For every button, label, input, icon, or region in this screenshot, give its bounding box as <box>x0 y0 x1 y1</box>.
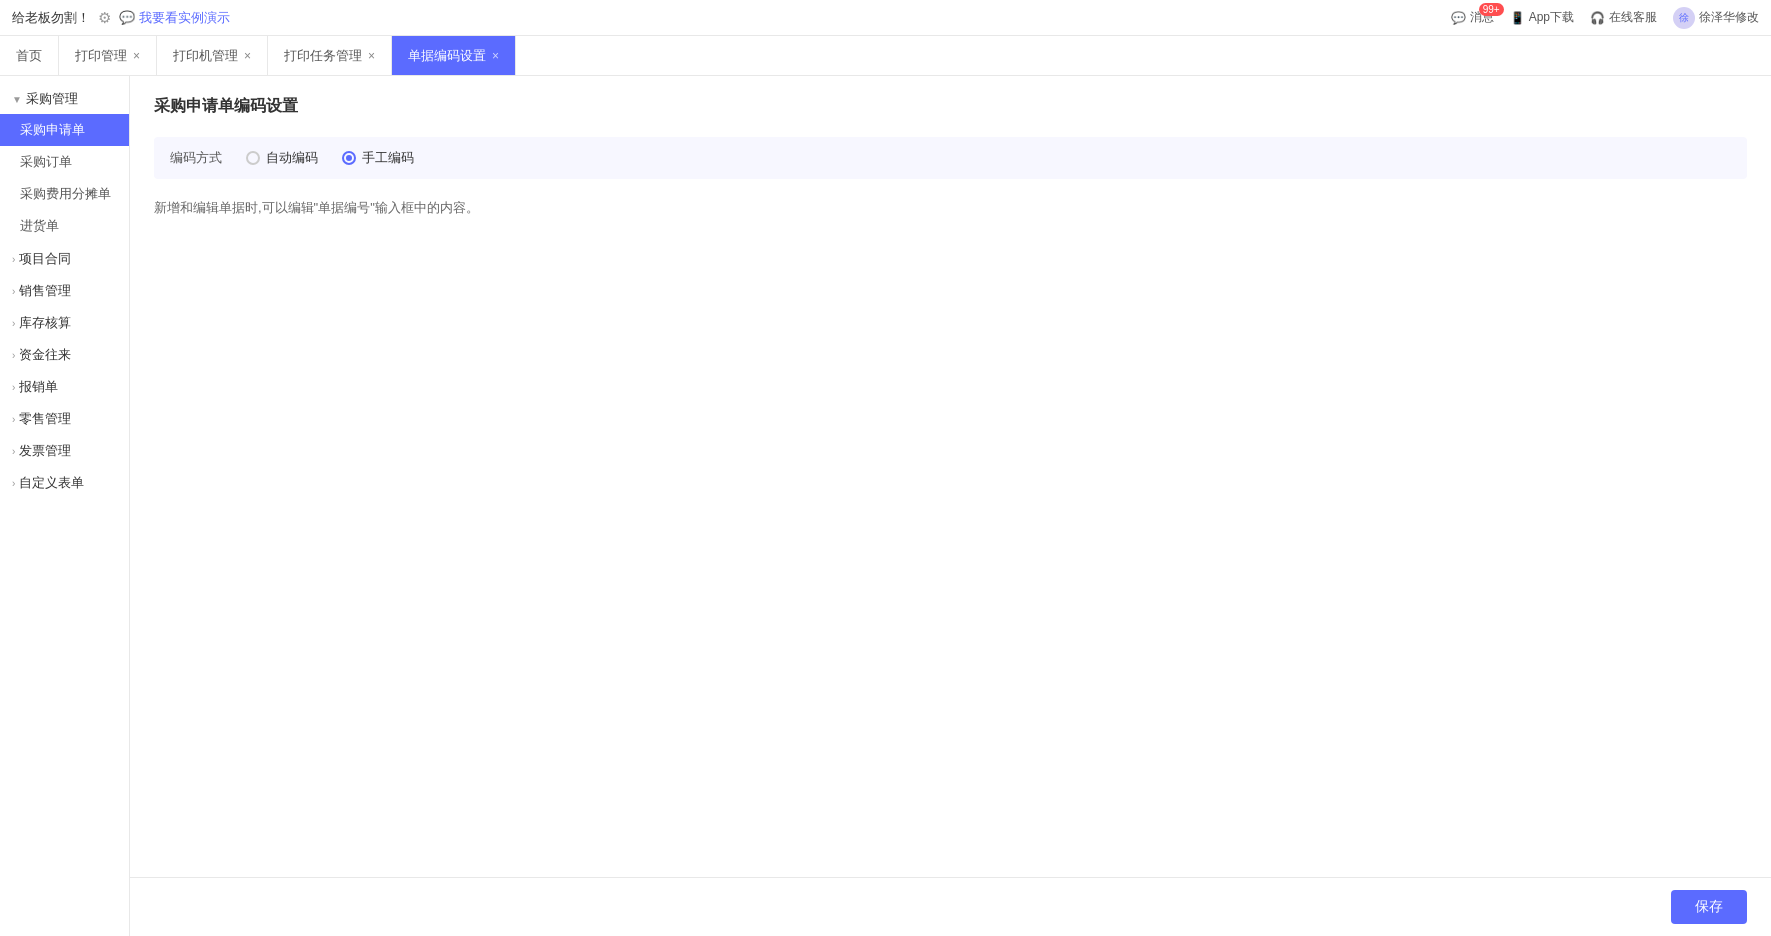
message-icon: 💬 <box>1451 11 1466 25</box>
app-download-button[interactable]: 📱 App下载 <box>1510 9 1574 26</box>
sidebar-group-project-header[interactable]: › 项目合同 <box>0 244 129 274</box>
sidebar-group-purchase-mgmt: ▼ 采购管理 采购申请单 采购订单 采购费用分摊单 进货单 <box>0 84 129 242</box>
tab-single-code-setting-close[interactable]: × <box>492 49 499 63</box>
content-footer: 保存 <box>130 877 1771 936</box>
manual-code-label: 手工编码 <box>362 149 414 167</box>
headset-icon: 🎧 <box>1590 11 1605 25</box>
tab-print-task-mgmt-label: 打印任务管理 <box>284 47 362 65</box>
sidebar-group-custom-label: 自定义表单 <box>19 474 84 492</box>
sidebar-group-project-contract: › 项目合同 <box>0 244 129 274</box>
sidebar-group-inventory-label: 库存核算 <box>19 314 71 332</box>
tab-print-task-mgmt[interactable]: 打印任务管理 × <box>268 36 392 75</box>
chevron-right-icon-retail: › <box>12 414 15 425</box>
sidebar-group-invoice: › 发票管理 <box>0 436 129 466</box>
sidebar-group-invoice-label: 发票管理 <box>19 442 71 460</box>
auto-code-option[interactable]: 自动编码 <box>246 149 318 167</box>
main-layout: ▼ 采购管理 采购申请单 采购订单 采购费用分摊单 进货单 › 项目合同 › 销… <box>0 76 1771 936</box>
sidebar-group-sales-label: 销售管理 <box>19 282 71 300</box>
content-main: 采购申请单编码设置 编码方式 自动编码 手工编码 新增和编辑单据时,可以编辑"单… <box>130 76 1771 877</box>
chevron-right-icon: › <box>12 254 15 265</box>
sidebar: ▼ 采购管理 采购申请单 采购订单 采购费用分摊单 进货单 › 项目合同 › 销… <box>0 76 130 936</box>
tab-print-mgmt-close[interactable]: × <box>133 49 140 63</box>
sidebar-group-purchase-mgmt-header[interactable]: ▼ 采购管理 <box>0 84 129 114</box>
chevron-right-icon-returns: › <box>12 382 15 393</box>
avatar: 徐 <box>1673 7 1695 29</box>
user-menu[interactable]: 徐 徐泽华修改 <box>1673 7 1759 29</box>
tab-single-code-setting[interactable]: 单据编码设置 × <box>392 36 516 75</box>
sidebar-group-inventory-header[interactable]: › 库存核算 <box>0 308 129 338</box>
tab-print-task-mgmt-close[interactable]: × <box>368 49 375 63</box>
chevron-right-icon-invoice: › <box>12 446 15 457</box>
coding-method-row: 编码方式 自动编码 手工编码 <box>154 137 1747 179</box>
sidebar-group-project-label: 项目合同 <box>19 250 71 268</box>
demo-text: 我要看实例演示 <box>139 9 230 27</box>
sidebar-group-retail: › 零售管理 <box>0 404 129 434</box>
sidebar-item-stock-in[interactable]: 进货单 <box>0 210 129 242</box>
coding-method-label: 编码方式 <box>170 149 222 167</box>
chevron-right-icon-inventory: › <box>12 318 15 329</box>
hint-text: 新增和编辑单据时,可以编辑"单据编号"输入框中的内容。 <box>154 199 1747 217</box>
page-title: 采购申请单编码设置 <box>154 96 1747 117</box>
message-button[interactable]: 💬 消息 99+ <box>1451 9 1494 26</box>
user-name: 徐泽华修改 <box>1699 9 1759 26</box>
tab-print-mgmt[interactable]: 打印管理 × <box>59 36 157 75</box>
sidebar-group-custom-forms: › 自定义表单 <box>0 468 129 498</box>
app-title: 给老板勿割！ <box>12 9 90 27</box>
demo-link[interactable]: 我要看实例演示 <box>119 9 230 27</box>
sidebar-item-purchase-order[interactable]: 采购订单 <box>0 146 129 178</box>
tab-printer-mgmt-label: 打印机管理 <box>173 47 238 65</box>
tab-printer-mgmt-close[interactable]: × <box>244 49 251 63</box>
tab-home[interactable]: 首页 <box>0 36 59 75</box>
tab-home-label: 首页 <box>16 47 42 65</box>
manual-code-option[interactable]: 手工编码 <box>342 149 414 167</box>
sidebar-item-purchase-expense[interactable]: 采购费用分摊单 <box>0 178 129 210</box>
tab-single-code-setting-label: 单据编码设置 <box>408 47 486 65</box>
service-label: 在线客服 <box>1609 9 1657 26</box>
sidebar-group-purchase-label: 采购管理 <box>26 90 78 108</box>
sidebar-group-inventory: › 库存核算 <box>0 308 129 338</box>
phone-icon: 📱 <box>1510 11 1525 25</box>
tab-printer-mgmt[interactable]: 打印机管理 × <box>157 36 268 75</box>
auto-code-radio[interactable] <box>246 151 260 165</box>
message-badge: 99+ <box>1479 3 1504 16</box>
manual-code-radio[interactable] <box>342 151 356 165</box>
top-bar-right: 💬 消息 99+ 📱 App下载 🎧 在线客服 徐 徐泽华修改 <box>1451 7 1759 29</box>
sidebar-group-capital: › 资金往来 <box>0 340 129 370</box>
app-download-label: App下载 <box>1529 9 1574 26</box>
sidebar-group-retail-label: 零售管理 <box>19 410 71 428</box>
tab-print-mgmt-label: 打印管理 <box>75 47 127 65</box>
sidebar-group-capital-label: 资金往来 <box>19 346 71 364</box>
content-area: 采购申请单编码设置 编码方式 自动编码 手工编码 新增和编辑单据时,可以编辑"单… <box>130 76 1771 936</box>
sidebar-group-sales-mgmt: › 销售管理 <box>0 276 129 306</box>
chevron-down-icon: ▼ <box>12 94 22 105</box>
sidebar-group-returns: › 报销单 <box>0 372 129 402</box>
online-service-button[interactable]: 🎧 在线客服 <box>1590 9 1657 26</box>
chevron-right-icon-custom: › <box>12 478 15 489</box>
top-bar-left: 给老板勿割！ ⚙ 我要看实例演示 <box>12 9 230 27</box>
chevron-right-icon-sales: › <box>12 286 15 297</box>
sidebar-group-returns-header[interactable]: › 报销单 <box>0 372 129 402</box>
sidebar-group-capital-header[interactable]: › 资金往来 <box>0 340 129 370</box>
tab-bar: 首页 打印管理 × 打印机管理 × 打印任务管理 × 单据编码设置 × <box>0 36 1771 76</box>
sidebar-group-sales-header[interactable]: › 销售管理 <box>0 276 129 306</box>
settings-icon[interactable]: ⚙ <box>98 9 111 27</box>
sidebar-group-custom-header[interactable]: › 自定义表单 <box>0 468 129 498</box>
chevron-right-icon-capital: › <box>12 350 15 361</box>
sidebar-group-invoice-header[interactable]: › 发票管理 <box>0 436 129 466</box>
top-bar: 给老板勿割！ ⚙ 我要看实例演示 💬 消息 99+ 📱 App下载 🎧 在线客服… <box>0 0 1771 36</box>
sidebar-group-returns-label: 报销单 <box>19 378 58 396</box>
sidebar-item-purchase-request[interactable]: 采购申请单 <box>0 114 129 146</box>
sidebar-group-retail-header[interactable]: › 零售管理 <box>0 404 129 434</box>
auto-code-label: 自动编码 <box>266 149 318 167</box>
save-button[interactable]: 保存 <box>1671 890 1747 924</box>
